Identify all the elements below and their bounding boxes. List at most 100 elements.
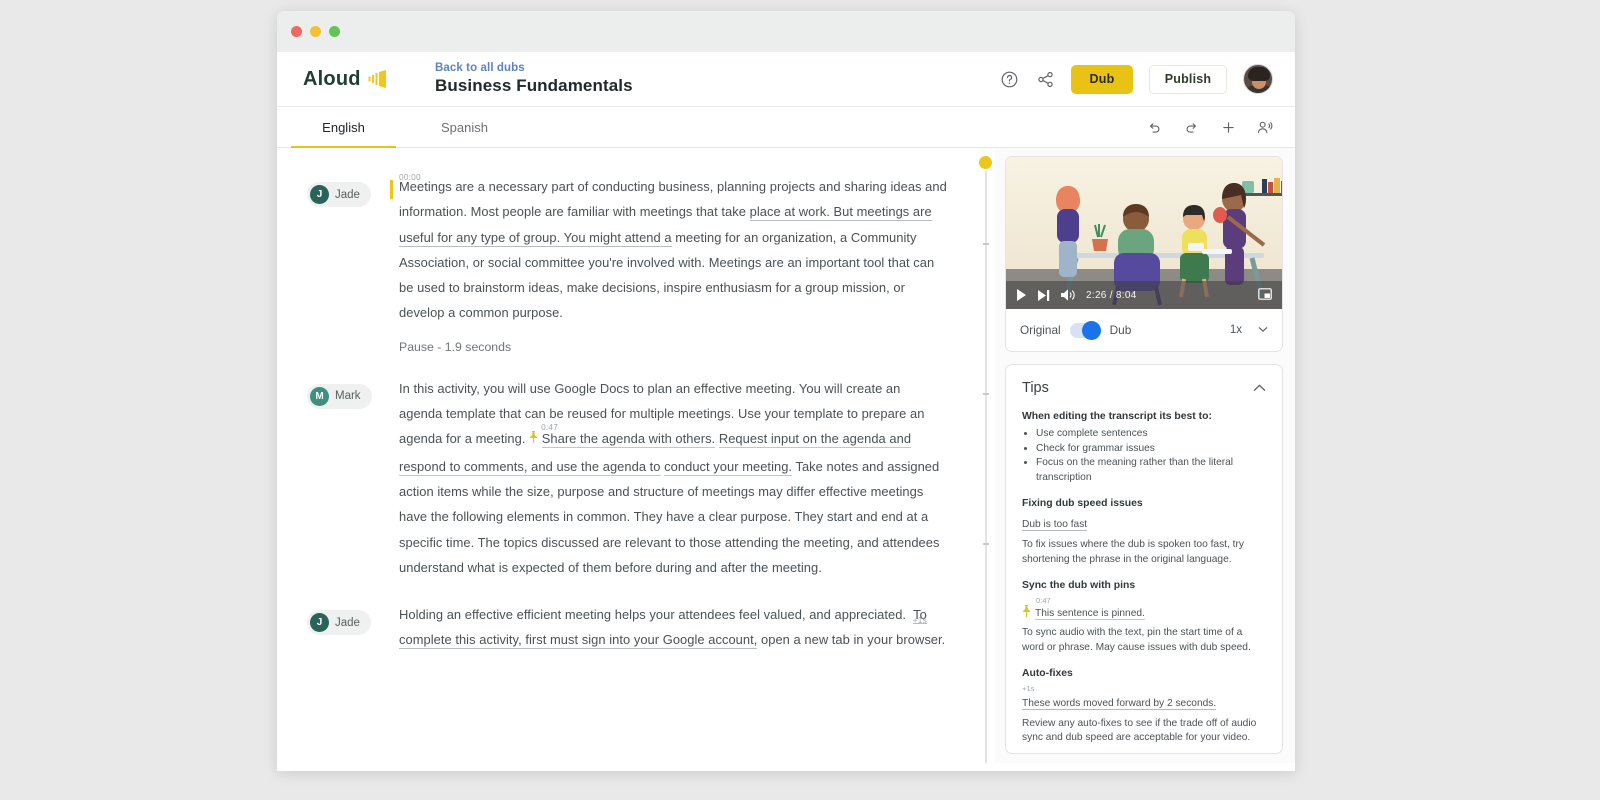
volume-icon[interactable] — [1061, 289, 1075, 301]
add-icon[interactable] — [1218, 117, 1238, 137]
window-minimize-button[interactable] — [310, 26, 321, 37]
pin-icon[interactable] — [529, 434, 538, 446]
browser-window: Aloud Back to all dubs Business Fundamen… — [277, 11, 1295, 771]
speaker-chip-jade[interactable]: J Jade — [307, 182, 371, 207]
header-actions: Dub Publish — [999, 64, 1273, 94]
tab-english[interactable]: English — [283, 107, 404, 147]
speaker-name: Jade — [335, 617, 360, 629]
speaker-chip-jade-2[interactable]: J Jade — [307, 610, 371, 635]
chevron-up-icon[interactable] — [1253, 379, 1266, 397]
publish-button[interactable]: Publish — [1149, 65, 1227, 94]
toggle-label-dub: Dub — [1110, 323, 1132, 337]
editor-tools — [1144, 107, 1295, 147]
autofix-timestamp: +1s — [913, 608, 927, 633]
tips-section1-heading: When editing the transcript its best to: — [1022, 411, 1266, 422]
video-controls: 2:26 / 8:04 — [1006, 281, 1282, 309]
timeline-tick — [983, 393, 989, 395]
tips-section3-time: 0:47 — [1036, 596, 1266, 605]
back-to-all-dubs-link[interactable]: Back to all dubs — [435, 61, 633, 75]
tips-bullet-list: Use complete sentences Check for grammar… — [1036, 427, 1266, 485]
user-avatar[interactable] — [1243, 64, 1273, 94]
line-text: purpose. — [512, 305, 563, 320]
line-text: Holding an effective efficient meeting h… — [399, 607, 831, 622]
line-text-pinned: Share the agenda with others. — [542, 431, 715, 448]
tips-section4-time: +1s — [1022, 684, 1266, 693]
playback-speed-value: 1x — [1230, 324, 1242, 336]
tips-panel: Tips When editing the transcript its bes… — [1005, 364, 1283, 754]
dub-button[interactable]: Dub — [1071, 65, 1133, 94]
line-text: time. The topics discussed are relevant … — [446, 535, 879, 550]
tips-section4-heading: Auto-fixes — [1022, 668, 1266, 679]
video-preview[interactable]: 2:26 / 8:04 — [1006, 157, 1282, 309]
timeline-track[interactable] — [985, 168, 987, 763]
play-icon[interactable] — [1016, 289, 1027, 301]
speaker-avatar: J — [310, 613, 329, 632]
window-zoom-button[interactable] — [329, 26, 340, 37]
aloud-logo[interactable]: Aloud — [303, 68, 419, 91]
tips-section3-body: To sync audio with the text, pin the sta… — [1022, 626, 1266, 655]
speaker-column: J Jade — [307, 166, 399, 356]
title-block: Back to all dubs Business Fundamentals — [435, 61, 633, 97]
transcript-paragraph[interactable]: Holding an effective efficient meeting h… — [399, 602, 947, 653]
speaker-column: M Mark — [307, 362, 399, 580]
tips-section2-body: To fix issues where the dub is spoken to… — [1022, 538, 1266, 567]
line-timestamp: 00:00 — [399, 165, 421, 190]
transcript-block: M Mark In this activity, you will use Go… — [277, 362, 977, 580]
speaker-column: J Jade — [307, 602, 399, 653]
timeline-playhead[interactable] — [979, 156, 992, 169]
side-pane: 2:26 / 8:04 Original Dub — [995, 148, 1295, 763]
page-title: Business Fundamentals — [435, 75, 633, 97]
miniplayer-icon[interactable] — [1258, 288, 1272, 303]
timeline-tick — [983, 543, 989, 545]
redo-icon[interactable] — [1181, 117, 1201, 137]
tips-section4-body: Review any auto-fixes to see if the trad… — [1022, 717, 1266, 746]
timeline-tick — [983, 243, 989, 245]
transcript-paragraph[interactable]: 00:00 Meetings are a necessary part of c… — [399, 174, 947, 326]
dub-toggle-row: Original Dub 1x — [1006, 309, 1282, 351]
line-text: Meetings are a necessary part of conduct… — [399, 179, 841, 194]
chevron-down-icon — [1258, 324, 1268, 336]
playback-speed-select[interactable]: 1x — [1230, 324, 1268, 336]
undo-icon[interactable] — [1144, 117, 1164, 137]
share-icon[interactable] — [1035, 69, 1055, 89]
speaker-name: Mark — [335, 390, 361, 402]
text-column[interactable]: Holding an effective efficient meeting h… — [399, 602, 947, 653]
window-close-button[interactable] — [291, 26, 302, 37]
line-text: meeting. — [772, 560, 822, 575]
video-time: 2:26 / 8:04 — [1086, 290, 1137, 301]
tips-section4-sample: These words moved forward by 2 seconds. — [1022, 698, 1216, 710]
pause-marker: Pause - 1.9 seconds — [399, 326, 947, 356]
pin-icon — [1022, 605, 1031, 620]
pin-timestamp: 0:47 — [541, 415, 558, 440]
transcript-block: J Jade Holding an effective efficient me… — [277, 602, 977, 653]
timeline-scrubber[interactable] — [977, 148, 995, 763]
transcript-pane[interactable]: J Jade 00:00 Meetings are a necessary pa… — [277, 148, 977, 763]
skip-next-icon[interactable] — [1038, 290, 1050, 301]
logo-text: Aloud — [303, 68, 361, 91]
text-column[interactable]: 00:00 Meetings are a necessary part of c… — [399, 166, 947, 356]
transcript-block: J Jade 00:00 Meetings are a necessary pa… — [277, 166, 977, 356]
editor-body: J Jade 00:00 Meetings are a necessary pa… — [277, 148, 1295, 763]
list-item: Focus on the meaning rather than the lit… — [1036, 456, 1266, 485]
list-item: Check for grammar issues — [1036, 442, 1266, 457]
line-text-pinned: conduct your meeting. — [664, 459, 792, 476]
speaker-avatar: J — [310, 185, 329, 204]
language-tabbar: English Spanish — [277, 107, 1295, 148]
help-circle-icon[interactable] — [999, 69, 1019, 89]
active-line-marker — [390, 180, 393, 199]
transcript-paragraph[interactable]: In this activity, you will use Google Do… — [399, 376, 947, 580]
original-dub-toggle[interactable] — [1070, 323, 1101, 338]
app-header: Aloud Back to all dubs Business Fundamen… — [277, 52, 1295, 107]
tips-title: Tips — [1022, 380, 1049, 396]
text-column[interactable]: In this activity, you will use Google Do… — [399, 362, 947, 580]
list-item: Use complete sentences — [1036, 427, 1266, 442]
add-speaker-icon[interactable] — [1255, 117, 1275, 137]
speaker-name: Jade — [335, 189, 360, 201]
tips-section2-heading: Fixing dub speed issues — [1022, 498, 1266, 509]
tab-spanish[interactable]: Spanish — [404, 107, 525, 147]
tips-section3-heading: Sync the dub with pins — [1022, 580, 1266, 591]
tips-header: Tips — [1022, 379, 1266, 397]
speaker-chip-mark[interactable]: M Mark — [307, 384, 372, 409]
video-player-card: 2:26 / 8:04 Original Dub — [1005, 156, 1283, 352]
line-text: appreciated. — [835, 607, 907, 622]
